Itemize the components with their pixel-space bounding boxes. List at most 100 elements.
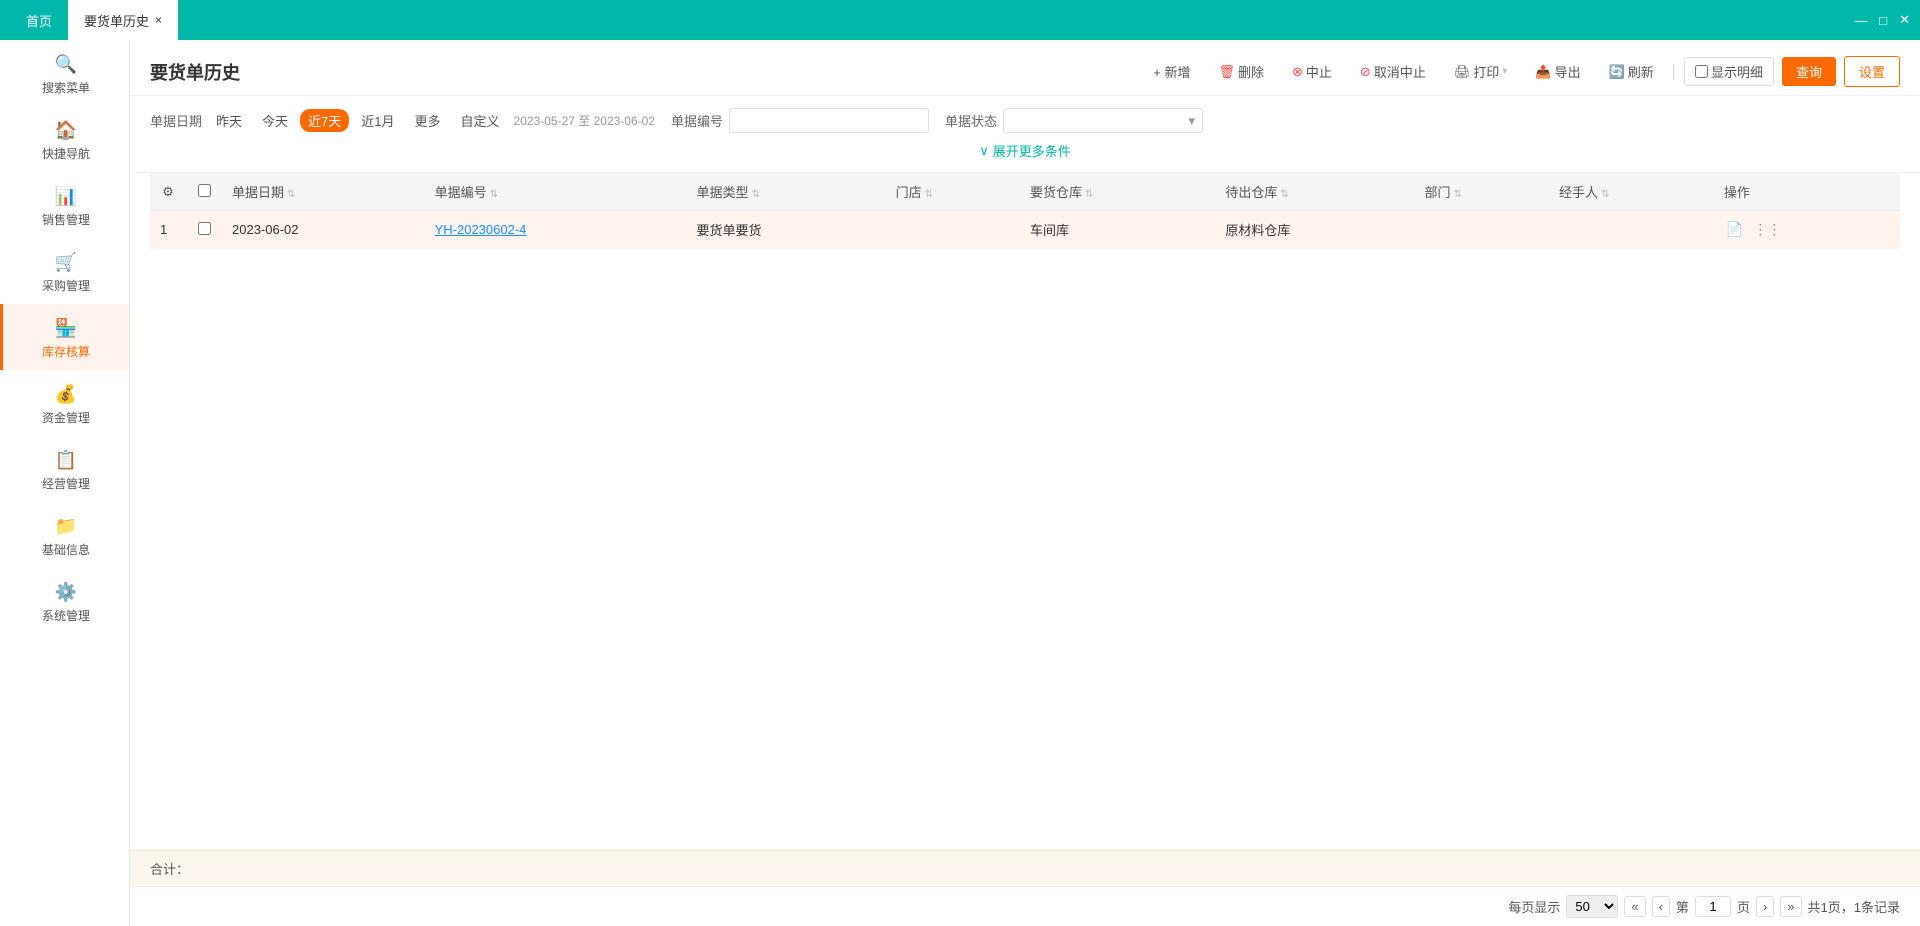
sidebar-item-sales[interactable]: 📊 销售管理: [0, 172, 129, 238]
next-page-btn[interactable]: ›: [1756, 896, 1774, 917]
doc-number-label: 单据编号: [671, 111, 723, 130]
sidebar: 🔍 搜索菜单 🏠 快捷导航 📊 销售管理 🛒 采购管理 🏪 库存核算 💰 资金管…: [0, 40, 130, 926]
sort-dept-icon[interactable]: ⇅: [1454, 189, 1462, 200]
cell-checkbox: [186, 211, 222, 249]
sidebar-item-quick-nav[interactable]: 🏠 快捷导航: [0, 106, 129, 172]
sort-type-icon[interactable]: ⇅: [751, 189, 759, 200]
sort-number-icon[interactable]: ⇅: [490, 189, 498, 200]
purchase-icon: 🛒: [55, 252, 77, 273]
search-menu-icon: 🔍: [55, 54, 77, 75]
goto-label: 第: [1676, 897, 1689, 916]
filter-row-1: 单据日期 昨天 今天 近7天 近1月 更多 自定义 2023-05-27 至 2…: [150, 108, 1900, 133]
row-more-icon[interactable]: ⋮⋮: [1751, 219, 1783, 240]
cell-handler: [1549, 211, 1714, 249]
page-number-input[interactable]: [1695, 896, 1731, 917]
cell-dept: [1415, 211, 1549, 249]
date-1month[interactable]: 近1月: [353, 109, 402, 132]
cell-date: 2023-06-02: [222, 211, 425, 249]
sort-handler-icon[interactable]: ⇅: [1601, 189, 1609, 200]
settings-button[interactable]: 设置: [1844, 56, 1900, 87]
doc-number-filter-group: 单据编号: [671, 108, 929, 133]
col-type: 单据类型⇅: [686, 173, 885, 211]
refresh-button[interactable]: 🔄 刷新: [1599, 57, 1664, 86]
cell-store: [886, 211, 1020, 249]
cell-pending-warehouse: 原材料仓库: [1215, 211, 1414, 249]
doc-status-select[interactable]: [1003, 108, 1203, 133]
finance-icon: 💰: [55, 384, 77, 405]
sort-pending-warehouse-icon[interactable]: ⇅: [1280, 189, 1288, 200]
col-date: 单据日期⇅: [222, 173, 425, 211]
row-checkbox[interactable]: [198, 222, 211, 235]
print-button[interactable]: 🖨 打印 ▾: [1444, 57, 1518, 86]
system-icon: ⚙️: [55, 582, 77, 603]
total-label: 共1页，1条记录: [1808, 897, 1900, 916]
sort-req-warehouse-icon[interactable]: ⇅: [1085, 189, 1093, 200]
tab-bar: 首页 要货单历史 ×: [10, 0, 178, 40]
date-yesterday[interactable]: 昨天: [208, 109, 250, 132]
col-handler: 经手人⇅: [1549, 173, 1714, 211]
date-range-display: 2023-05-27 至 2023-06-02: [514, 112, 655, 129]
display-detail-checkbox[interactable]: [1695, 65, 1708, 78]
cancel-stop-button[interactable]: ⊘ 取消中止: [1350, 57, 1436, 86]
table-container[interactable]: ⚙ 单据日期⇅ 单据编号⇅ 单据类型⇅: [130, 173, 1920, 850]
data-table: ⚙ 单据日期⇅ 单据编号⇅ 单据类型⇅: [150, 173, 1900, 249]
col-settings: ⚙: [150, 173, 186, 211]
pagination: 每页显示 50 10 20 100 « ‹ 第 页 › » 共1页，1条记录: [130, 886, 1920, 926]
table-settings-icon[interactable]: ⚙: [162, 184, 174, 199]
summary-label: 合计：: [150, 862, 189, 877]
sidebar-item-purchase[interactable]: 🛒 采购管理: [0, 238, 129, 304]
doc-number-link[interactable]: YH-20230602-4: [435, 222, 527, 237]
stop-button[interactable]: ⊗ 中止: [1282, 57, 1342, 86]
sidebar-item-system[interactable]: ⚙️ 系统管理: [0, 568, 129, 634]
doc-number-input[interactable]: [729, 108, 929, 133]
date-filter-group: 单据日期 昨天 今天 近7天 近1月 更多 自定义 2023-05-27 至 2…: [150, 109, 655, 132]
footer-summary: 合计：: [130, 850, 1920, 886]
sidebar-item-search[interactable]: 🔍 搜索菜单: [0, 40, 129, 106]
sidebar-item-finance[interactable]: 💰 资金管理: [0, 370, 129, 436]
row-edit-icon[interactable]: 📄: [1724, 219, 1745, 240]
inventory-icon: 🏪: [55, 318, 77, 339]
date-more[interactable]: 更多: [407, 109, 449, 132]
first-page-btn[interactable]: «: [1624, 896, 1645, 917]
date-filter-label: 单据日期: [150, 111, 202, 130]
expand-more-button[interactable]: ∨ 展开更多条件: [979, 141, 1071, 160]
tab-home[interactable]: 首页: [10, 0, 68, 40]
date-custom[interactable]: 自定义: [453, 109, 508, 132]
content-area: 要货单历史 + 新增 🗑 删除 ⊗ 中止 ⊘ 取消中止 🖨: [130, 40, 1920, 926]
export-button[interactable]: 📤 导出: [1525, 57, 1590, 86]
sidebar-item-operations[interactable]: 📋 经营管理: [0, 436, 129, 502]
sort-date-icon[interactable]: ⇅: [287, 189, 295, 200]
query-button[interactable]: 查询: [1782, 57, 1836, 86]
sales-icon: 📊: [55, 186, 77, 207]
doc-status-filter-group: 单据状态: [945, 108, 1203, 133]
cell-number: YH-20230602-4: [425, 211, 687, 249]
page-header: 要货单历史 + 新增 🗑 删除 ⊗ 中止 ⊘ 取消中止 🖨: [130, 40, 1920, 96]
col-store: 门店⇅: [886, 173, 1020, 211]
table-header-row: ⚙ 单据日期⇅ 单据编号⇅ 单据类型⇅: [150, 173, 1900, 211]
display-detail-button[interactable]: 显示明细: [1684, 57, 1774, 86]
tab-requisition-history[interactable]: 要货单历史 ×: [68, 0, 178, 40]
sort-store-icon[interactable]: ⇅: [925, 189, 933, 200]
delete-button[interactable]: 🗑 删除: [1208, 57, 1274, 86]
date-today[interactable]: 今天: [254, 109, 296, 132]
window-controls: — □ ✕: [1854, 12, 1910, 28]
toolbar: + 新增 🗑 删除 ⊗ 中止 ⊘ 取消中止 🖨 打印 ▾: [1143, 56, 1900, 87]
date-7days[interactable]: 近7天: [300, 109, 349, 132]
last-page-btn[interactable]: »: [1780, 896, 1801, 917]
maximize-btn[interactable]: □: [1879, 13, 1887, 28]
operations-icon: 📋: [55, 450, 77, 471]
expand-chevron-icon: ∨: [979, 143, 989, 159]
sidebar-item-basic-info[interactable]: 📁 基础信息: [0, 502, 129, 568]
tab-close-icon[interactable]: ×: [155, 13, 162, 27]
doc-status-select-wrap: [1003, 108, 1203, 133]
select-all-checkbox[interactable]: [198, 184, 211, 197]
prev-page-btn[interactable]: ‹: [1652, 896, 1670, 917]
sidebar-item-inventory[interactable]: 🏪 库存核算: [0, 304, 129, 370]
col-dept: 部门⇅: [1415, 173, 1549, 211]
close-btn[interactable]: ✕: [1899, 12, 1910, 28]
new-button[interactable]: + 新增: [1143, 57, 1200, 86]
col-req-warehouse: 要货仓库⇅: [1020, 173, 1215, 211]
page-size-select[interactable]: 50 10 20 100: [1566, 895, 1618, 918]
page-title: 要货单历史: [150, 59, 240, 85]
minimize-btn[interactable]: —: [1854, 13, 1867, 28]
